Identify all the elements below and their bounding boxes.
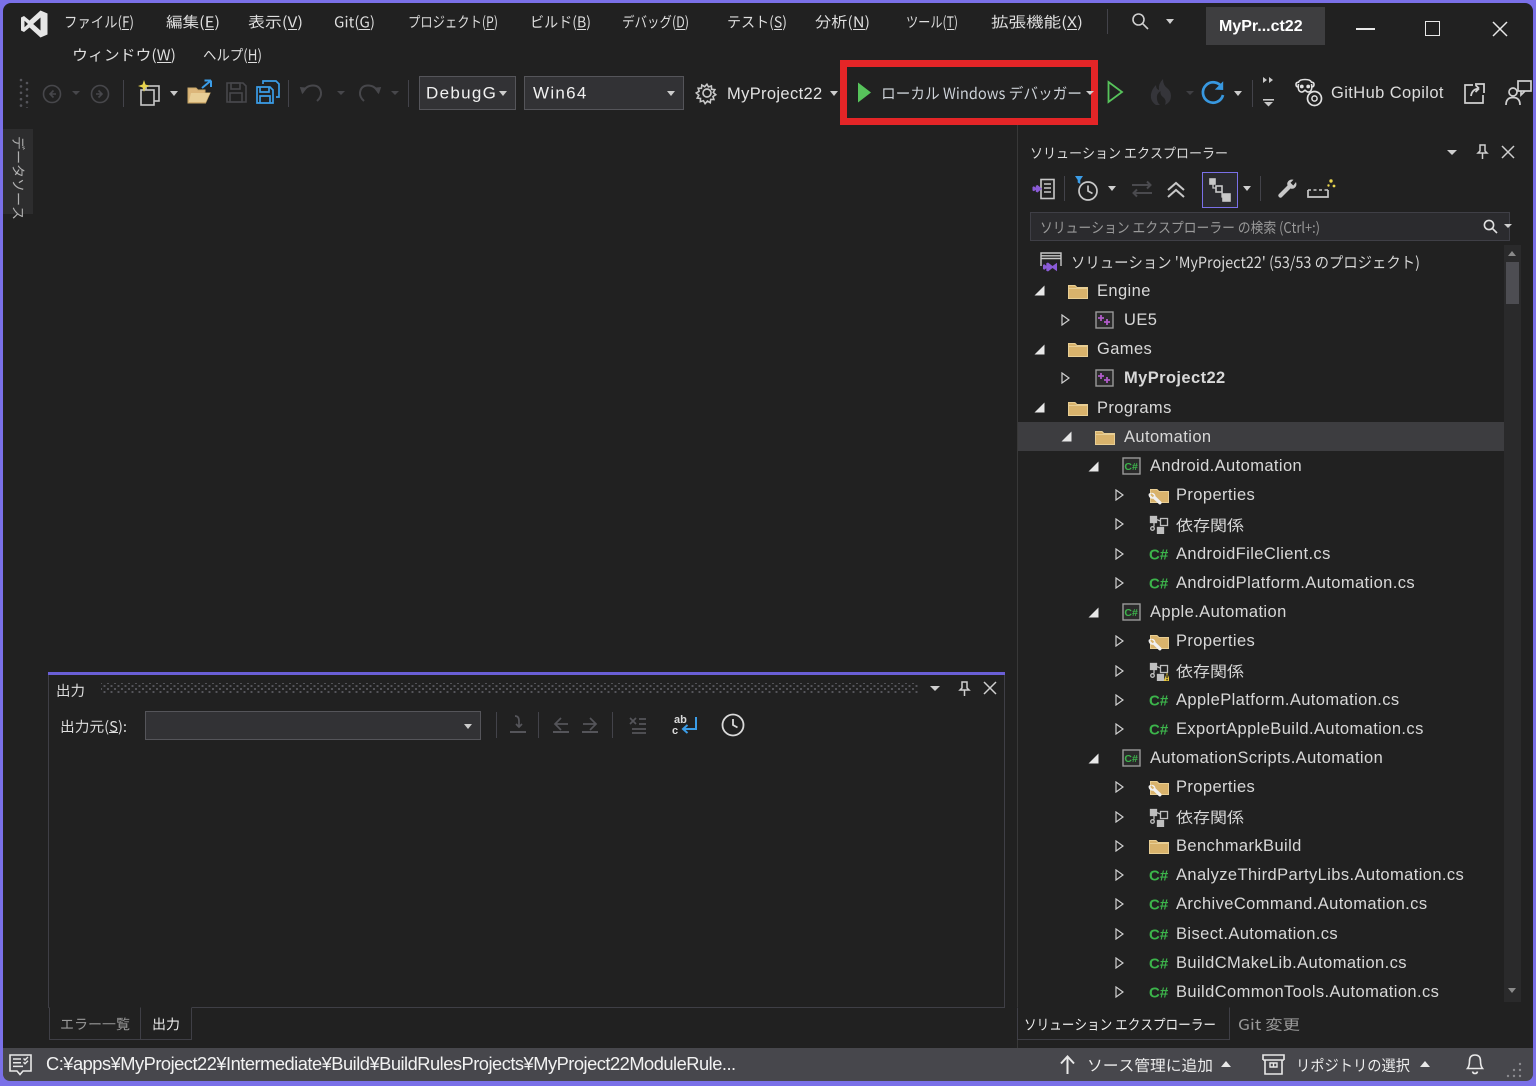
svg-text:C#: C#	[1124, 607, 1138, 619]
svg-text:C#: C#	[1149, 692, 1169, 708]
svg-text:C#: C#	[1149, 985, 1169, 1001]
svg-text:c: c	[672, 725, 678, 737]
svg-text:C#: C#	[1149, 546, 1169, 562]
svg-text:C#: C#	[1124, 461, 1138, 473]
svg-text:C#: C#	[1124, 753, 1138, 765]
svg-text:C#: C#	[1149, 575, 1169, 591]
svg-text:C#: C#	[1149, 897, 1169, 913]
svg-text:C#: C#	[1149, 868, 1169, 884]
svg-text:C#: C#	[1149, 722, 1169, 738]
svg-text:C#: C#	[1149, 926, 1169, 942]
svg-text:C#: C#	[1149, 955, 1169, 971]
